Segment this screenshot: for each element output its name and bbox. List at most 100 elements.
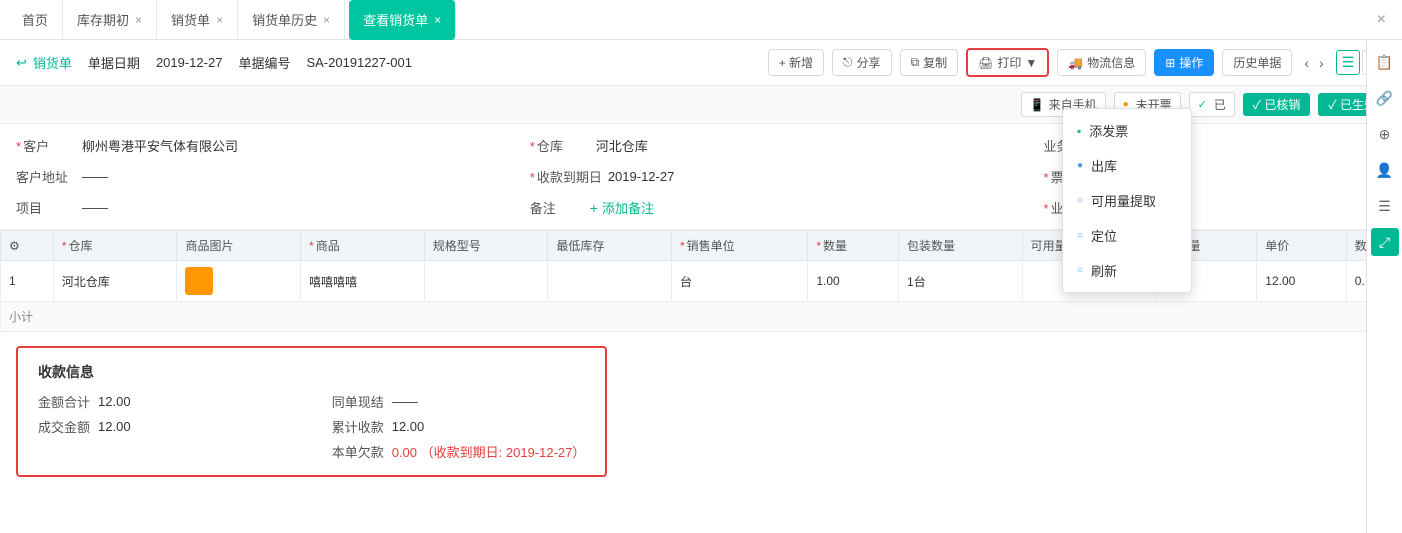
verified-label: 已 [1214,96,1226,113]
date-label: 单据日期 [88,53,140,72]
tab-sales-order[interactable]: 销货单 × [157,0,238,40]
history-button[interactable]: 历史单据 [1222,49,1292,76]
outbound-item[interactable]: ● 出库 [1063,148,1191,183]
accumulated-row: 累计收款 12.00 [332,417,586,436]
list-view-button[interactable]: ☰ [1336,50,1361,75]
share-button[interactable]: ⎋ 分享 [832,49,892,76]
logistics-button[interactable]: 🚚 物流信息 [1057,49,1146,76]
locate-label: 定位 [1091,226,1117,245]
sidebar-clipboard-icon[interactable]: 📋 [1371,48,1399,76]
copy-icon: ⧉ [911,55,920,70]
tab-view-sales-close[interactable]: × [434,13,441,27]
print-button[interactable]: 🖨 打印 ▼ [966,48,1049,77]
tab-view-sales[interactable]: 查看销货单 × [349,0,456,40]
warehouse-value: 河北仓库 [596,136,648,155]
accumulated-value: 12.00 [392,419,425,434]
number-value: SA-20191227-001 [306,55,412,70]
payment-section: 收款信息 金额合计 12.00 同单现结 —— 成交金额 12.00 累计收款 … [0,332,1402,491]
verified-button[interactable]: 已 [1189,92,1235,117]
prev-arrow[interactable]: ‹ [1300,53,1313,73]
tab-bar: 首页 库存期初 × 销货单 × 销货单历史 × 查看销货单 × × [0,0,1402,40]
row-spec [424,261,548,302]
warehouse-field: 仓库 河北仓库 [530,136,1044,155]
note-label: 备注 [530,198,590,217]
copy-button[interactable]: ⧉ 复制 [900,49,959,76]
due-date-info: （收款到期日: 2019-12-27） [421,445,586,460]
row-no: 1 [1,261,54,302]
print-dropdown-arrow: ▼ [1025,56,1037,70]
main-container: ↩ 销货单 单据日期 2019-12-27 单据编号 SA-20191227-0… [0,40,1402,533]
total-label: 金额合计 [38,392,90,411]
window-close-button[interactable]: × [1369,11,1394,29]
row-product-img [177,261,301,302]
customer-value: 柳州粤港平安气体有限公司 [82,136,238,155]
tab-inventory-close[interactable]: × [135,13,142,27]
col-gear: ⚙ [1,231,54,261]
col-warehouse: 仓库 [53,231,177,261]
row-product: 嘻嘻嘻嘻 [301,261,425,302]
add-invoice-item[interactable]: ▪ 添发票 [1063,113,1191,148]
current-owe-row: 本单欠款 0.00 （收款到期日: 2019-12-27） [332,442,586,461]
nav-arrows: ‹ › [1300,53,1327,73]
operate-button[interactable]: ⊞ 操作 [1154,49,1214,76]
locate-icon: ○ [1077,230,1083,241]
current-owe-value: 0.00 （收款到期日: 2019-12-27） [392,442,586,461]
doc-title-text: 销货单 [33,53,72,72]
tab-home[interactable]: 首页 [8,0,63,40]
new-button[interactable]: + 新增 [768,49,824,76]
address-label: 客户地址 [16,167,76,186]
gear-icon: ⚙ [9,239,20,253]
tab-sales-close[interactable]: × [216,13,223,27]
row-unit-price: 12.00 [1257,261,1346,302]
doc-header: ↩ 销货单 单据日期 2019-12-27 单据编号 SA-20191227-0… [0,40,1402,86]
next-arrow[interactable]: › [1315,53,1328,73]
payment-title: 收款信息 [38,362,585,382]
sidebar-link-icon[interactable]: 🔗 [1371,84,1399,112]
same-order-value: —— [392,394,418,409]
add-invoice-icon: ▪ [1077,124,1081,138]
copy-label: 复制 [923,54,947,71]
payment-box: 收款信息 金额合计 12.00 同单现结 —— 成交金额 12.00 累计收款 … [16,346,607,477]
project-label: 项目 [16,198,76,217]
locate-item[interactable]: ○ 定位 [1063,218,1191,253]
same-order-label: 同单现结 [332,392,384,411]
sidebar-list-icon[interactable]: ☰ [1371,192,1399,220]
refresh-icon: ○ [1077,265,1083,276]
note-field: 备注 添加备注 [530,198,1044,217]
tab-history-label: 销货单历史 [252,10,317,29]
refresh-item[interactable]: ○ 刷新 [1063,253,1191,288]
tab-history-close[interactable]: × [323,13,330,27]
dropdown-menu: ▪ 添发票 ● 出库 ○ 可用量提取 ○ 定位 ○ 刷新 [1062,108,1192,293]
col-min-stock: 最低库存 [548,231,672,261]
payment-grid: 金额合计 12.00 同单现结 —— 成交金额 12.00 累计收款 12.00 [38,392,585,461]
sold-badge: ✓ 已核销 [1243,93,1311,116]
sidebar-user-icon[interactable]: 👤 [1371,156,1399,184]
row-pack-qty: 1台 [899,261,1023,302]
payment-date-label: 收款到期日 [530,167,602,186]
project-field: 项目 —— [16,198,530,217]
customer-field: 客户 柳州粤港平安气体有限公司 [16,136,530,155]
print-label: 打印 [997,54,1021,71]
right-sidebar: 📋 🔗 ⊕ 👤 ☰ ⤢ [1366,40,1402,533]
product-image [185,267,213,295]
project-value: —— [82,200,108,215]
sidebar-add-icon[interactable]: ⊕ [1371,120,1399,148]
note-add-button[interactable]: 添加备注 [590,198,654,217]
sold-label: 已核销 [1264,98,1300,112]
subtotal-label: 小计 [1,302,1402,332]
doc-actions: + 新增 ⎋ 分享 ⧉ 复制 🖨 打印 ▼ 🚚 物流信息 ⊞ 操作 [768,48,1386,77]
share-icon: ⎋ [843,55,853,70]
sidebar-expand-icon[interactable]: ⤢ [1371,228,1399,256]
new-label: + 新增 [779,54,813,71]
row-quantity: 1.00 [808,261,899,302]
sold-check-icon: ✓ [1253,98,1261,112]
deal-amount-value: 12.00 [98,419,131,434]
col-product-img: 商品图片 [177,231,301,261]
tab-sales-history[interactable]: 销货单历史 × [238,0,345,40]
available-qty-item[interactable]: ○ 可用量提取 [1063,183,1191,218]
same-order-row: 同单现结 —— [332,392,586,411]
deal-amount-label: 成交金额 [38,417,90,436]
col-quantity: 数量 [808,231,899,261]
tab-inventory-init[interactable]: 库存期初 × [63,0,157,40]
customer-label: 客户 [16,136,76,155]
